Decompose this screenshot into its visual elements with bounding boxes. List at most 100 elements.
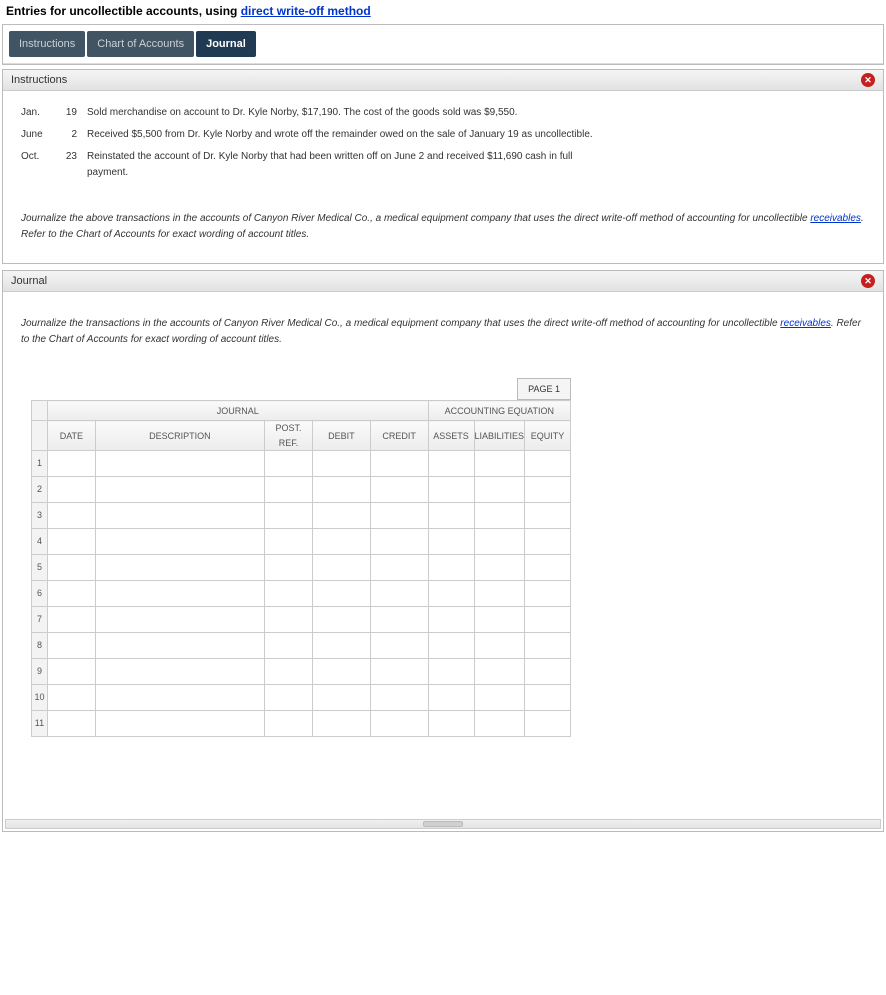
cell-input[interactable] [428, 607, 474, 633]
cell-input[interactable] [47, 529, 95, 555]
cell-input[interactable] [428, 711, 474, 737]
cell-input[interactable] [474, 477, 525, 503]
cell-input[interactable] [525, 503, 571, 529]
cell-input[interactable] [312, 529, 370, 555]
cell-input[interactable] [265, 607, 313, 633]
cell-input[interactable] [525, 477, 571, 503]
cell-input[interactable] [312, 685, 370, 711]
cell-input[interactable] [312, 581, 370, 607]
cell-input[interactable] [370, 477, 428, 503]
cell-input[interactable] [370, 503, 428, 529]
title-link[interactable]: direct write-off method [241, 4, 371, 18]
cell-input[interactable] [525, 685, 571, 711]
cell-input[interactable] [47, 607, 95, 633]
cell-input[interactable] [95, 451, 264, 477]
cell-input[interactable] [47, 503, 95, 529]
cell-input[interactable] [47, 633, 95, 659]
horizontal-scrollbar[interactable] [5, 819, 881, 829]
cell-input[interactable] [428, 529, 474, 555]
cell-input[interactable] [525, 659, 571, 685]
cell-input[interactable] [312, 607, 370, 633]
cell-input[interactable] [312, 633, 370, 659]
cell-input[interactable] [265, 503, 313, 529]
cell-input[interactable] [474, 711, 525, 737]
cell-input[interactable] [265, 685, 313, 711]
cell-input[interactable] [474, 451, 525, 477]
cell-input[interactable] [95, 633, 264, 659]
cell-input[interactable] [428, 477, 474, 503]
cell-input[interactable] [474, 633, 525, 659]
tab-chart-of-accounts[interactable]: Chart of Accounts [87, 31, 194, 57]
cell-input[interactable] [428, 555, 474, 581]
cell-input[interactable] [474, 503, 525, 529]
cell-input[interactable] [95, 685, 264, 711]
cell-input[interactable] [474, 659, 525, 685]
cell-input[interactable] [312, 477, 370, 503]
cell-input[interactable] [47, 711, 95, 737]
scrollbar-handle[interactable] [423, 821, 463, 827]
cell-input[interactable] [525, 633, 571, 659]
cell-input[interactable] [525, 451, 571, 477]
cell-input[interactable] [95, 581, 264, 607]
cell-input[interactable] [474, 529, 525, 555]
cell-input[interactable] [95, 555, 264, 581]
cell-input[interactable] [47, 659, 95, 685]
cell-input[interactable] [428, 659, 474, 685]
cell-input[interactable] [370, 633, 428, 659]
cell-input[interactable] [312, 451, 370, 477]
cell-input[interactable] [525, 581, 571, 607]
cell-input[interactable] [95, 607, 264, 633]
cell-input[interactable] [474, 555, 525, 581]
cell-input[interactable] [474, 607, 525, 633]
table-row: 4 [32, 529, 571, 555]
cell-input[interactable] [95, 659, 264, 685]
cell-input[interactable] [95, 711, 264, 737]
cell-input[interactable] [370, 711, 428, 737]
cell-input[interactable] [265, 711, 313, 737]
cell-input[interactable] [95, 477, 264, 503]
cell-input[interactable] [265, 555, 313, 581]
cell-input[interactable] [370, 555, 428, 581]
cell-input[interactable] [47, 685, 95, 711]
cell-input[interactable] [312, 711, 370, 737]
close-icon[interactable]: ✕ [861, 274, 875, 288]
close-icon[interactable]: ✕ [861, 73, 875, 87]
cell-input[interactable] [265, 529, 313, 555]
cell-input[interactable] [95, 529, 264, 555]
cell-input[interactable] [525, 607, 571, 633]
cell-input[interactable] [370, 581, 428, 607]
cell-input[interactable] [265, 659, 313, 685]
cell-input[interactable] [265, 581, 313, 607]
cell-input[interactable] [474, 581, 525, 607]
cell-input[interactable] [47, 581, 95, 607]
note-link[interactable]: receivables [780, 318, 831, 329]
cell-input[interactable] [95, 503, 264, 529]
cell-input[interactable] [312, 503, 370, 529]
cell-input[interactable] [428, 685, 474, 711]
cell-input[interactable] [47, 555, 95, 581]
cell-input[interactable] [525, 555, 571, 581]
note-link[interactable]: receivables [810, 213, 861, 224]
cell-input[interactable] [370, 451, 428, 477]
cell-input[interactable] [428, 633, 474, 659]
cell-input[interactable] [47, 477, 95, 503]
tab-journal[interactable]: Journal [196, 31, 256, 57]
cell-input[interactable] [525, 529, 571, 555]
tab-instructions[interactable]: Instructions [9, 31, 85, 57]
cell-input[interactable] [370, 659, 428, 685]
cell-input[interactable] [47, 451, 95, 477]
cell-input[interactable] [525, 711, 571, 737]
cell-input[interactable] [428, 581, 474, 607]
cell-input[interactable] [312, 555, 370, 581]
cell-input[interactable] [370, 685, 428, 711]
cell-input[interactable] [370, 607, 428, 633]
cell-input[interactable] [428, 503, 474, 529]
cell-input[interactable] [265, 477, 313, 503]
cell-input[interactable] [428, 451, 474, 477]
cell-input[interactable] [265, 633, 313, 659]
cell-input[interactable] [370, 529, 428, 555]
cell-input[interactable] [265, 451, 313, 477]
cell-input[interactable] [312, 659, 370, 685]
page-button[interactable]: PAGE 1 [517, 378, 571, 400]
cell-input[interactable] [474, 685, 525, 711]
